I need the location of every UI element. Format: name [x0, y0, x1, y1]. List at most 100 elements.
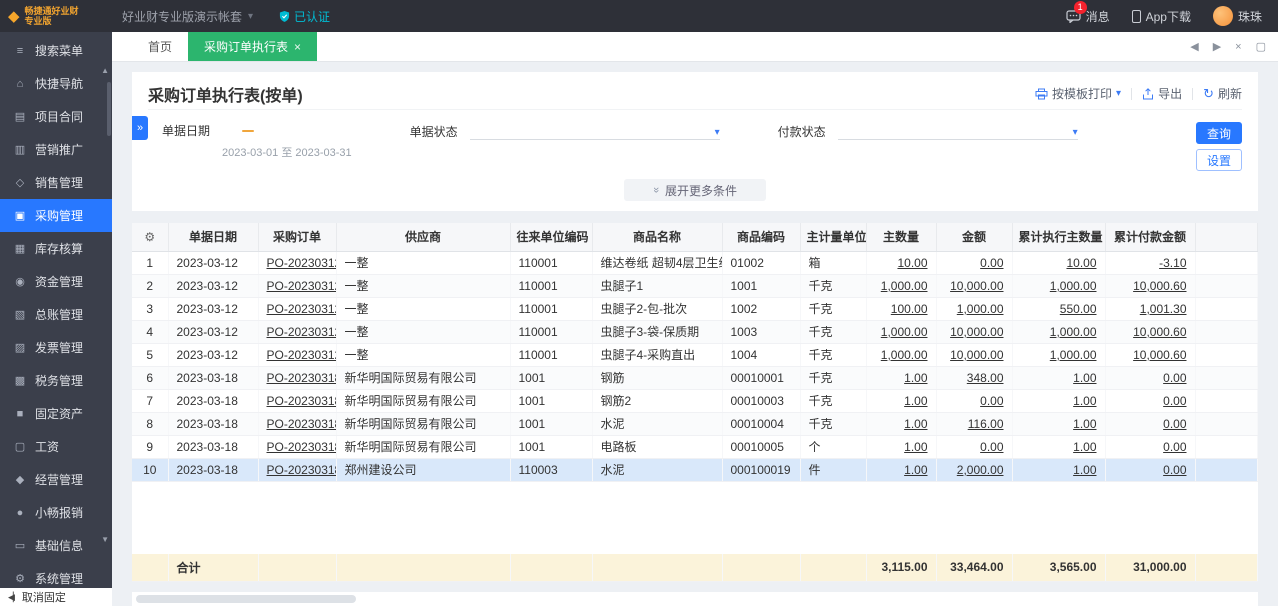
sidebar-item[interactable]: ▭ 基础信息 [0, 529, 112, 562]
print-by-template-button[interactable]: 按模板打印 ▾ [1035, 85, 1121, 102]
cell-paid-link[interactable]: 0.00 [1105, 458, 1196, 482]
refresh-button[interactable]: ↻ 刷新 [1203, 85, 1242, 102]
column-settings-button[interactable]: ⚙ [132, 223, 169, 252]
cell-po-link[interactable]: PO-20230318-0001 [258, 366, 337, 390]
cell-exec-qty-link[interactable]: 1,000.00 [1012, 274, 1106, 298]
sidebar-item[interactable]: ▢ 工资 [0, 430, 112, 463]
sidebar-item[interactable]: ▦ 库存核算 [0, 232, 112, 265]
sidebar-item[interactable]: ◆ 经营管理 [0, 463, 112, 496]
cell-amount-link[interactable]: 348.00 [936, 366, 1013, 390]
table-row[interactable]: 9 2023-03-18 PO-20230318-0001 新华明国际贸易有限公… [132, 435, 1258, 459]
sidebar-item[interactable]: ◇ 销售管理 [0, 166, 112, 199]
cell-qty-link[interactable]: 1.00 [866, 412, 937, 436]
expand-more-conditions-button[interactable]: » 展开更多条件 [624, 179, 766, 201]
cell-qty-link[interactable]: 1,000.00 [866, 320, 937, 344]
cell-po-link[interactable]: PO-20230312-0001 [258, 343, 337, 367]
filter-collapse-button[interactable]: » [132, 116, 148, 140]
doc-status-select[interactable]: ▾ [469, 122, 720, 140]
horizontal-scrollbar[interactable] [132, 592, 1258, 606]
sidebar-item[interactable]: ≡ 搜索菜单 [0, 34, 112, 67]
cell-exec-qty-link[interactable]: 10.00 [1012, 251, 1106, 275]
cell-qty-link[interactable]: 1,000.00 [866, 343, 937, 367]
horizontal-scrollbar-thumb[interactable] [136, 595, 356, 603]
cell-qty-link[interactable]: 100.00 [866, 297, 937, 321]
cell-po-link[interactable]: PO-20230312-0001 [258, 251, 337, 275]
cell-po-link[interactable]: PO-20230318-0001 [258, 389, 337, 413]
table-row[interactable]: 10 2023-03-18 PO-20230318-0002 郑州建设公司 11… [132, 458, 1258, 482]
user-menu[interactable]: 珠珠 [1212, 6, 1262, 26]
account-selector[interactable]: 好业财专业版演示帐套 ▾ [122, 8, 253, 25]
export-button[interactable]: 导出 [1142, 85, 1182, 102]
cell-po-link[interactable]: PO-20230318-0001 [258, 412, 337, 436]
cell-paid-link[interactable]: 0.00 [1105, 389, 1196, 413]
cell-amount-link[interactable]: 116.00 [936, 412, 1013, 436]
sidebar-item[interactable]: ▤ 项目合同 [0, 100, 112, 133]
cell-exec-qty-link[interactable]: 1,000.00 [1012, 320, 1106, 344]
cell-qty-link[interactable]: 1.00 [866, 435, 937, 459]
cell-qty-link[interactable]: 1,000.00 [866, 274, 937, 298]
cell-amount-link[interactable]: 0.00 [936, 251, 1013, 275]
cell-paid-link[interactable]: 0.00 [1105, 435, 1196, 459]
cell-exec-qty-link[interactable]: 1.00 [1012, 435, 1106, 459]
sidebar-item[interactable]: ▩ 税务管理 [0, 364, 112, 397]
table-row[interactable]: 8 2023-03-18 PO-20230318-0001 新华明国际贸易有限公… [132, 412, 1258, 436]
tab-prev-icon[interactable]: ◀ [1190, 40, 1198, 53]
sidebar-item[interactable]: ■ 固定资产 [0, 397, 112, 430]
cell-amount-link[interactable]: 2,000.00 [936, 458, 1013, 482]
cell-exec-qty-link[interactable]: 1,000.00 [1012, 343, 1106, 367]
cell-paid-link[interactable]: 0.00 [1105, 412, 1196, 436]
sidebar-item[interactable]: ⚙ 系统管理 [0, 562, 112, 588]
cell-po-link[interactable]: PO-20230312-0001 [258, 297, 337, 321]
cell-paid-link[interactable]: 0.00 [1105, 366, 1196, 390]
date-option[interactable] [242, 129, 255, 132]
cell-exec-qty-link[interactable]: 1.00 [1012, 412, 1106, 436]
cell-amount-link[interactable]: 10,000.00 [936, 320, 1013, 344]
messages-button[interactable]: 1 消息 [1066, 0, 1110, 25]
cell-paid-link[interactable]: 1,001.30 [1105, 297, 1196, 321]
table-row[interactable]: 1 2023-03-12 PO-20230312-0001 一整 110001 … [132, 251, 1258, 275]
sidebar-item[interactable]: ◉ 资金管理 [0, 265, 112, 298]
cell-amount-link[interactable]: 1,000.00 [936, 297, 1013, 321]
query-button[interactable]: 查询 [1196, 122, 1242, 144]
sidebar-item[interactable]: ⌂ 快捷导航 [0, 67, 112, 100]
cell-po-link[interactable]: PO-20230312-0001 [258, 320, 337, 344]
pay-status-select[interactable]: ▾ [837, 122, 1078, 140]
sidebar-item[interactable]: ● 小畅报销 [0, 496, 112, 529]
cell-paid-link[interactable]: 10,000.60 [1105, 320, 1196, 344]
cell-qty-link[interactable]: 1.00 [866, 366, 937, 390]
sidebar-scrollbar[interactable] [107, 82, 111, 136]
table-row[interactable]: 4 2023-03-12 PO-20230312-0001 一整 110001 … [132, 320, 1258, 344]
sidebar-item[interactable]: ▧ 总账管理 [0, 298, 112, 331]
sidebar-scroll-up-icon[interactable]: ▲ [101, 66, 109, 75]
cell-po-link[interactable]: PO-20230318-0001 [258, 435, 337, 459]
table-row[interactable]: 3 2023-03-12 PO-20230312-0001 一整 110001 … [132, 297, 1258, 321]
sidebar-item[interactable]: ▨ 发票管理 [0, 331, 112, 364]
cell-exec-qty-link[interactable]: 1.00 [1012, 366, 1106, 390]
cell-exec-qty-link[interactable]: 1.00 [1012, 389, 1106, 413]
cell-paid-link[interactable]: -3.10 [1105, 251, 1196, 275]
cell-po-link[interactable]: PO-20230318-0002 [258, 458, 337, 482]
cell-amount-link[interactable]: 10,000.00 [936, 274, 1013, 298]
cell-exec-qty-link[interactable]: 1.00 [1012, 458, 1106, 482]
cell-amount-link[interactable]: 0.00 [936, 389, 1013, 413]
cell-qty-link[interactable]: 1.00 [866, 389, 937, 413]
table-row[interactable]: 5 2023-03-12 PO-20230312-0001 一整 110001 … [132, 343, 1258, 367]
sidebar-scroll-down-icon[interactable]: ▼ [101, 535, 109, 544]
cell-amount-link[interactable]: 0.00 [936, 435, 1013, 459]
tab[interactable]: 首页 [132, 32, 188, 61]
cell-po-link[interactable]: PO-20230312-0001 [258, 274, 337, 298]
tab-close-icon[interactable]: × [294, 40, 301, 54]
app-download-button[interactable]: App下载 [1131, 8, 1191, 25]
unpin-sidebar-button[interactable]: ◀▏ 取消固定 [0, 588, 112, 606]
tabs-close-icon[interactable]: × [1235, 41, 1241, 53]
tab[interactable]: 采购订单执行表 × [188, 32, 318, 61]
sidebar-item[interactable]: ▣ 采购管理 [0, 199, 112, 232]
cell-paid-link[interactable]: 10,000.60 [1105, 343, 1196, 367]
cell-paid-link[interactable]: 10,000.60 [1105, 274, 1196, 298]
table-row[interactable]: 7 2023-03-18 PO-20230318-0001 新华明国际贸易有限公… [132, 389, 1258, 413]
cell-qty-link[interactable]: 1.00 [866, 458, 937, 482]
tabs-maximize-icon[interactable]: ▢ [1256, 40, 1266, 53]
settings-button[interactable]: 设置 [1196, 149, 1242, 171]
cell-exec-qty-link[interactable]: 550.00 [1012, 297, 1106, 321]
table-row[interactable]: 6 2023-03-18 PO-20230318-0001 新华明国际贸易有限公… [132, 366, 1258, 390]
